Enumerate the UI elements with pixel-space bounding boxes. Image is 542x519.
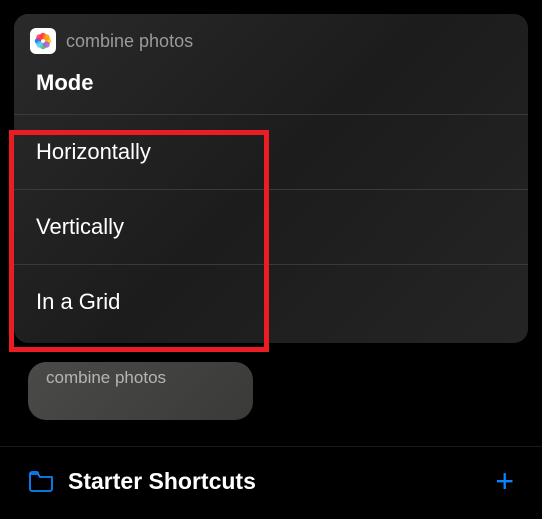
menu-header: combine photos xyxy=(14,14,528,62)
option-vertically[interactable]: Vertically xyxy=(14,190,528,265)
photos-icon xyxy=(30,28,56,54)
menu-options: Horizontally Vertically In a Grid xyxy=(14,114,528,343)
popup-menu: combine photos Mode Horizontally Vertica… xyxy=(14,14,528,343)
shortcut-tile-label: combine photos xyxy=(46,368,166,388)
bottom-bar-left: Starter Shortcuts xyxy=(28,468,256,495)
section-title: Starter Shortcuts xyxy=(68,468,256,495)
option-horizontally[interactable]: Horizontally xyxy=(14,115,528,190)
header-title: combine photos xyxy=(66,31,193,52)
mode-label: Mode xyxy=(14,62,528,114)
bottom-bar: Starter Shortcuts + xyxy=(0,446,542,519)
folder-icon xyxy=(28,470,54,492)
shortcut-tile[interactable]: combine photos xyxy=(28,362,253,420)
option-in-a-grid[interactable]: In a Grid xyxy=(14,265,528,343)
add-button[interactable]: + xyxy=(495,465,514,497)
